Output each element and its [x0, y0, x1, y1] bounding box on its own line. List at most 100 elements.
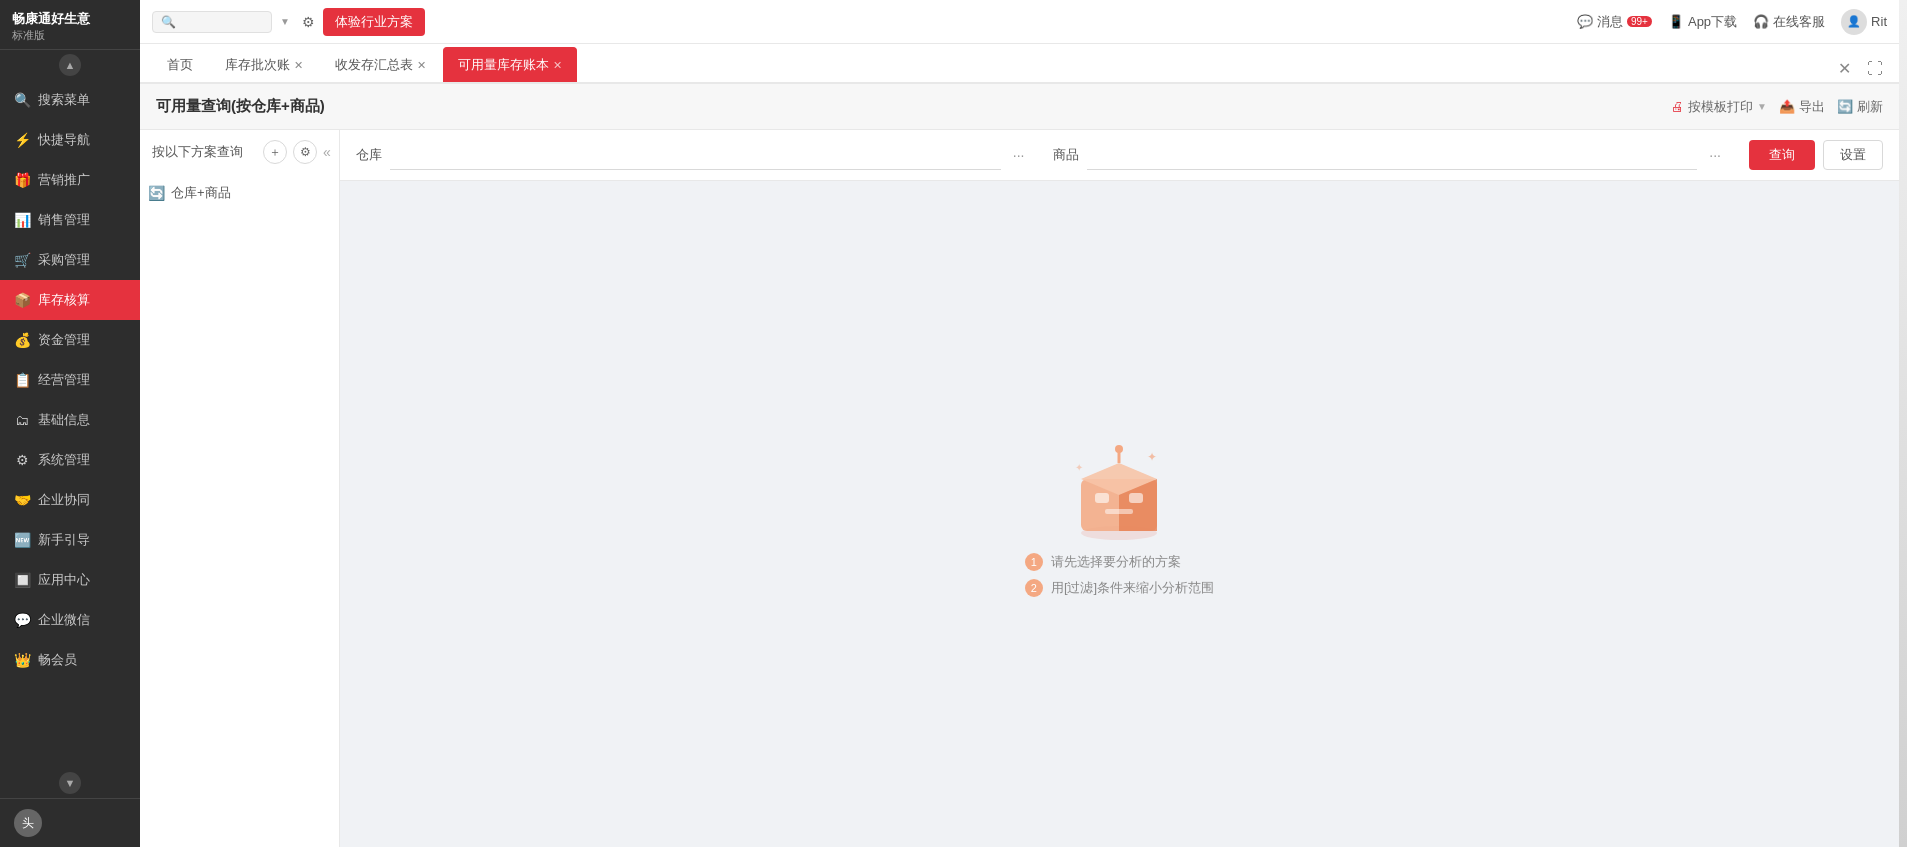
- filter-buttons: 查询 设置: [1749, 140, 1883, 170]
- search-icon: 🔍: [161, 15, 176, 29]
- tab-available-ledger[interactable]: 可用量库存账本 ✕: [443, 47, 577, 82]
- warehouse-label: 仓库: [356, 146, 382, 164]
- app-download-label: App下载: [1688, 13, 1737, 31]
- right-scrollbar[interactable]: [1899, 0, 1907, 847]
- sidebar-item-apps[interactable]: 🔲 应用中心: [0, 560, 140, 600]
- topbar: 🔍 ▼ ⚙ 体验行业方案 💬 消息 99+ 📱 App下载 🎧 在线客服: [140, 0, 1899, 44]
- refresh-button[interactable]: 🔄 刷新: [1837, 98, 1883, 116]
- product-input[interactable]: [1087, 140, 1698, 170]
- export-label: 导出: [1799, 98, 1825, 116]
- query-button[interactable]: 查询: [1749, 140, 1815, 170]
- svg-rect-4: [1095, 493, 1109, 503]
- product-more-btn[interactable]: ···: [1705, 147, 1725, 163]
- expand-tab-button[interactable]: ⛶: [1863, 56, 1887, 82]
- sidebar: 畅康通好生意 标准版 ▲ 🔍 搜索菜单 ⚡ 快捷导航 🎁 营销推广 📊 销售管理: [0, 0, 140, 847]
- scroll-up-btn[interactable]: ▲: [59, 54, 81, 76]
- message-button[interactable]: 💬 消息 99+: [1577, 13, 1652, 31]
- tab-batch-ledger[interactable]: 库存批次账 ✕: [210, 47, 318, 82]
- sidebar-item-label: 畅会员: [38, 651, 77, 669]
- hint-num-2: 2: [1025, 579, 1043, 597]
- add-scheme-button[interactable]: ＋: [263, 140, 287, 164]
- sidebar-item-cooperation[interactable]: 🤝 企业协同: [0, 480, 140, 520]
- purchase-icon: 🛒: [14, 252, 30, 268]
- warehouse-input[interactable]: [390, 140, 1001, 170]
- print-dropdown-icon[interactable]: ▼: [1757, 101, 1767, 112]
- export-button[interactable]: 📤 导出: [1779, 98, 1825, 116]
- hint-text-1: 请先选择要分析的方案: [1051, 553, 1181, 571]
- warehouse-more-btn[interactable]: ···: [1009, 147, 1029, 163]
- scheme-icon: 🔄: [148, 185, 165, 201]
- sidebar-item-label: 快捷导航: [38, 131, 90, 149]
- filter-fields-bar: 仓库 ··· 商品 ··· 查询 设置: [340, 130, 1899, 181]
- content-area: ✦ ✦ 1 请先选择要分析的方案 2 用[过滤]条件来缩小分析范围: [340, 181, 1899, 847]
- sidebar-scroll-up[interactable]: ▲: [0, 50, 140, 80]
- warehouse-filter-field: 仓库 ···: [356, 140, 1029, 170]
- mobile-icon: 📱: [1668, 14, 1684, 29]
- message-badge: 99+: [1627, 16, 1652, 27]
- sidebar-item-quick-nav[interactable]: ⚡ 快捷导航: [0, 120, 140, 160]
- empty-state: ✦ ✦ 1 请先选择要分析的方案 2 用[过滤]条件来缩小分析范围: [1025, 431, 1214, 597]
- sidebar-item-label: 搜索菜单: [38, 91, 90, 109]
- sidebar-item-label: 销售管理: [38, 211, 90, 229]
- tab-receipt-summary-close[interactable]: ✕: [417, 59, 426, 72]
- tab-available-ledger-close[interactable]: ✕: [553, 59, 562, 72]
- user-name-display[interactable]: 👤 Rit: [1841, 9, 1887, 35]
- tabbar: 首页 库存批次账 ✕ 收发存汇总表 ✕ 可用量库存账本 ✕ ✕ ⛶: [140, 44, 1899, 84]
- headset-icon: 🎧: [1753, 14, 1769, 29]
- tab-home[interactable]: 首页: [152, 47, 208, 82]
- sidebar-item-label: 企业协同: [38, 491, 90, 509]
- empty-illustration: ✦ ✦: [1049, 431, 1189, 541]
- sidebar-item-operations[interactable]: 📋 经营管理: [0, 360, 140, 400]
- app-download-button[interactable]: 📱 App下载: [1668, 13, 1737, 31]
- sidebar-item-inventory[interactable]: 📦 库存核算: [0, 280, 140, 320]
- sidebar-user[interactable]: 头: [0, 798, 140, 847]
- filter-scheme-item[interactable]: 🔄 仓库+商品: [140, 180, 339, 206]
- empty-hint-1: 1 请先选择要分析的方案: [1025, 553, 1214, 571]
- app-subtitle: 标准版: [12, 28, 128, 43]
- sidebar-item-search[interactable]: 🔍 搜索菜单: [0, 80, 140, 120]
- sidebar-nav: 🔍 搜索菜单 ⚡ 快捷导航 🎁 营销推广 📊 销售管理 🛒 采购管理 📦: [0, 80, 140, 768]
- hint-num-1: 1: [1025, 553, 1043, 571]
- tab-batch-ledger-close[interactable]: ✕: [294, 59, 303, 72]
- settings-button[interactable]: 设置: [1823, 140, 1883, 170]
- sidebar-item-finance[interactable]: 💰 资金管理: [0, 320, 140, 360]
- empty-icon-svg: ✦ ✦: [1059, 441, 1179, 541]
- topbar-search-box[interactable]: 🔍: [152, 11, 272, 33]
- sidebar-item-member[interactable]: 👑 畅会员: [0, 640, 140, 680]
- filter-actions: ＋ ⚙ «: [263, 140, 331, 164]
- sidebar-item-purchase[interactable]: 🛒 采购管理: [0, 240, 140, 280]
- guide-icon: 🆕: [14, 532, 30, 548]
- filter-scheme-panel: 按以下方案查询 ＋ ⚙ « 🔄 仓库+商品: [140, 130, 340, 847]
- tab-batch-ledger-label: 库存批次账: [225, 56, 290, 74]
- search-dropdown-icon[interactable]: ▼: [280, 16, 290, 27]
- hint-text-2: 用[过滤]条件来缩小分析范围: [1051, 579, 1214, 597]
- sidebar-item-sales[interactable]: 📊 销售管理: [0, 200, 140, 240]
- gear-icon[interactable]: ⚙: [302, 14, 315, 30]
- filter-label: 按以下方案查询: [152, 143, 243, 161]
- product-filter-field: 商品 ···: [1053, 140, 1726, 170]
- collapse-filter-button[interactable]: «: [323, 144, 331, 160]
- basic-icon: 🗂: [14, 412, 30, 428]
- tab-receipt-summary[interactable]: 收发存汇总表 ✕: [320, 47, 441, 82]
- scroll-down-btn[interactable]: ▼: [59, 772, 81, 794]
- sidebar-item-guide[interactable]: 🆕 新手引导: [0, 520, 140, 560]
- sidebar-item-marketing[interactable]: 🎁 营销推广: [0, 160, 140, 200]
- close-tab-button[interactable]: ✕: [1834, 55, 1855, 82]
- edit-scheme-button[interactable]: ⚙: [293, 140, 317, 164]
- online-service-button[interactable]: 🎧 在线客服: [1753, 13, 1825, 31]
- product-label: 商品: [1053, 146, 1079, 164]
- print-button[interactable]: 🖨 按模板打印 ▼: [1671, 98, 1767, 116]
- scheme-label: 仓库+商品: [171, 184, 231, 202]
- search-input[interactable]: [180, 15, 260, 29]
- industry-solution-button[interactable]: 体验行业方案: [323, 8, 425, 36]
- sidebar-item-wechat[interactable]: 💬 企业微信: [0, 600, 140, 640]
- apps-icon: 🔲: [14, 572, 30, 588]
- sidebar-item-system[interactable]: ⚙ 系统管理: [0, 440, 140, 480]
- sidebar-scroll-down[interactable]: ▼: [0, 768, 140, 798]
- app-title: 畅康通好生意: [12, 10, 128, 28]
- svg-text:✦: ✦: [1147, 450, 1157, 464]
- tabbar-actions: ✕ ⛶: [1822, 55, 1899, 82]
- operations-icon: 📋: [14, 372, 30, 388]
- page-title: 可用量查询(按仓库+商品): [156, 97, 1671, 116]
- sidebar-item-basic[interactable]: 🗂 基础信息: [0, 400, 140, 440]
